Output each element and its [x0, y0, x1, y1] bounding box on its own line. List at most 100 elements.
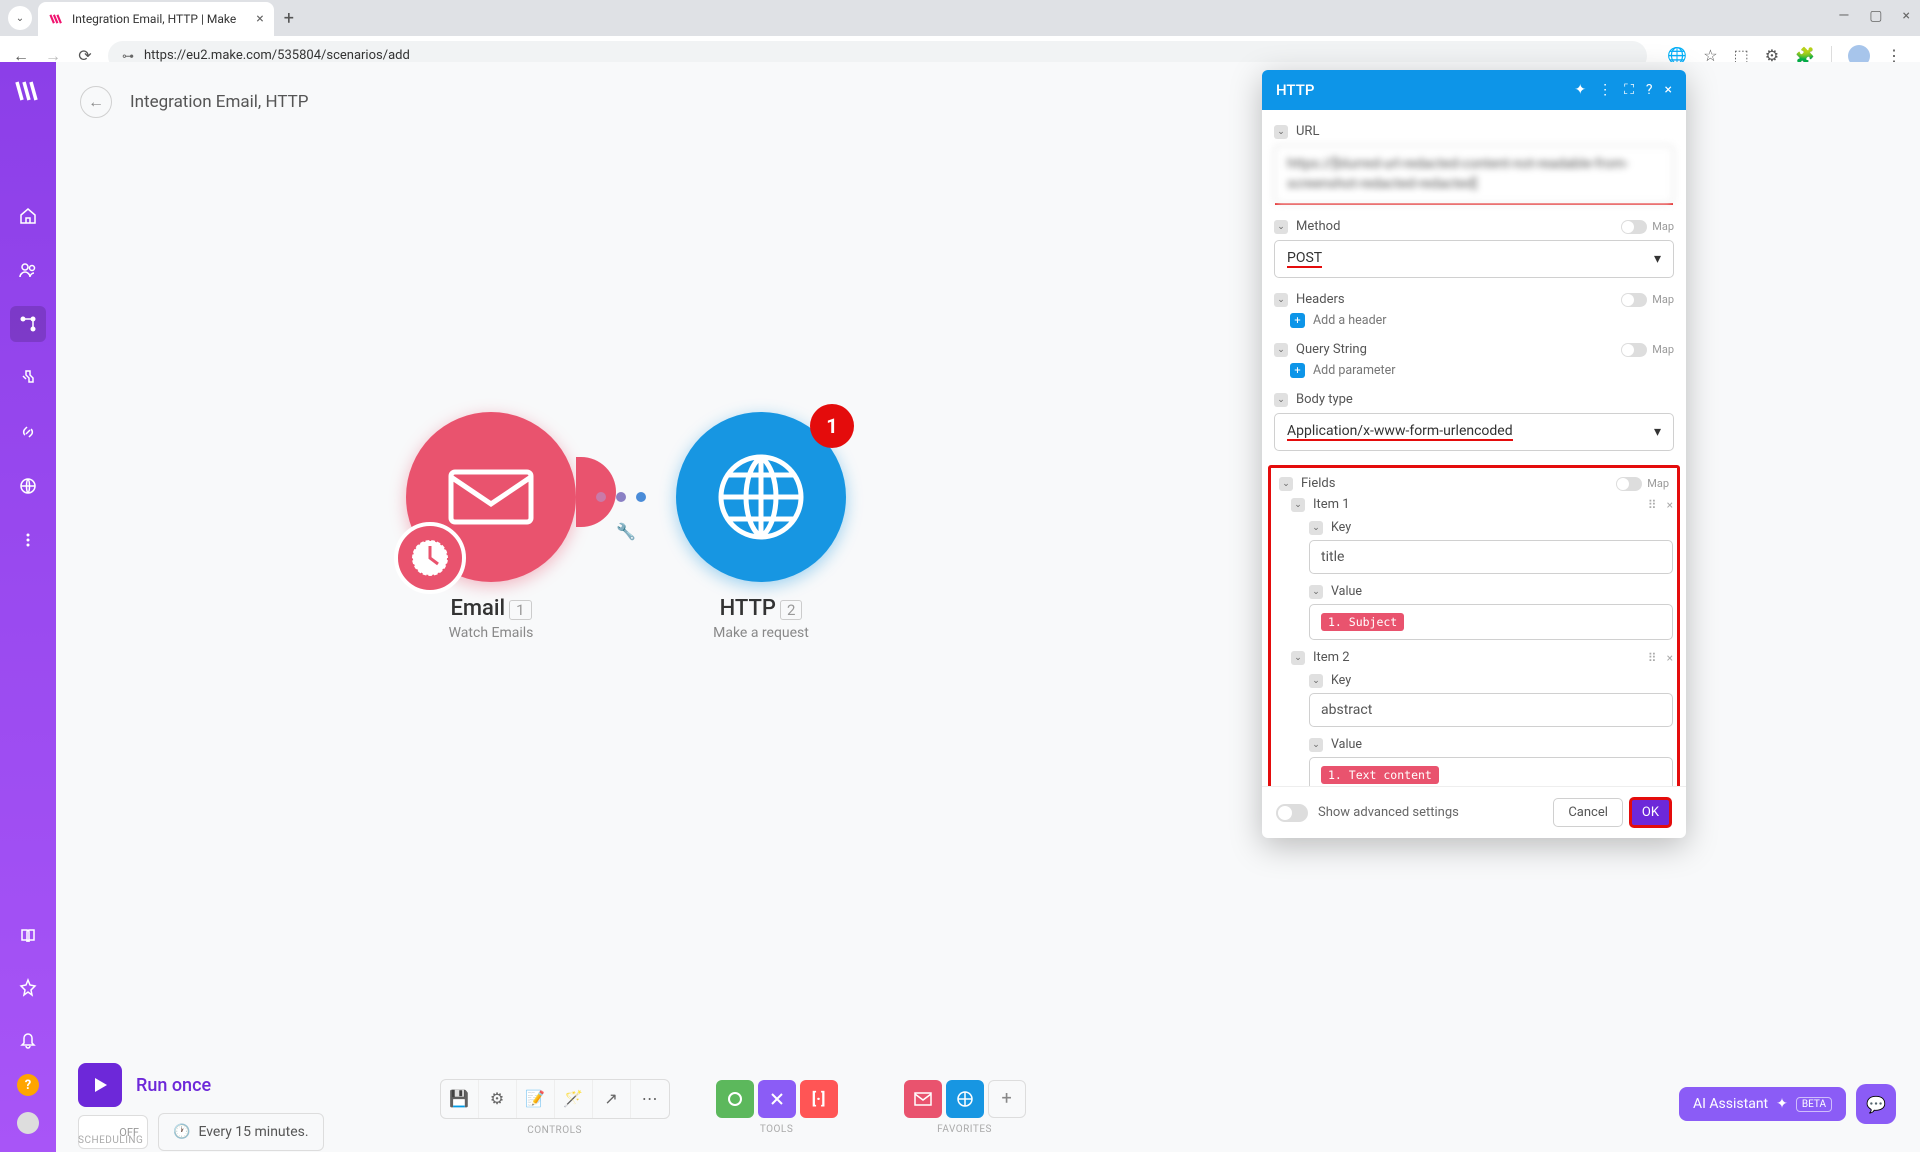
panel-menu-icon[interactable]: ⋮	[1598, 82, 1612, 98]
node-http[interactable]: 1 HTTP2 Make a request	[676, 412, 846, 641]
chevron-down-icon: ▾	[1654, 251, 1661, 267]
chevron-down-icon[interactable]: ⌄	[1291, 651, 1305, 665]
tools-label: TOOLS	[760, 1124, 793, 1135]
chevron-down-icon[interactable]: ⌄	[1274, 220, 1288, 234]
sidebar-whatsnew-icon[interactable]	[10, 970, 46, 1006]
panel-expand-icon[interactable]: ⛶	[1624, 82, 1634, 98]
tool-tools-icon[interactable]	[758, 1080, 796, 1118]
tool-text-icon[interactable]: [·]	[800, 1080, 838, 1118]
key-input-2[interactable]	[1309, 693, 1673, 727]
chevron-down-icon[interactable]: ⌄	[1274, 343, 1288, 357]
drag-icon[interactable]: ⠿	[1648, 651, 1657, 665]
fav-http-icon[interactable]	[946, 1080, 984, 1118]
cancel-button[interactable]: Cancel	[1553, 798, 1623, 827]
method-select[interactable]: POST▾	[1274, 240, 1674, 278]
value-input-1[interactable]: 1. Subject	[1309, 604, 1673, 640]
map-toggle[interactable]: Map	[1621, 343, 1674, 357]
chevron-down-icon[interactable]: ⌄	[1279, 477, 1293, 491]
method-label: Method	[1296, 219, 1613, 234]
query-label: Query String	[1296, 342, 1613, 357]
chevron-down-icon[interactable]: ⌄	[1274, 125, 1288, 139]
align-icon[interactable]: 🪄	[555, 1080, 593, 1118]
settings-icon[interactable]: ⚙	[479, 1080, 517, 1118]
map-toggle[interactable]: Map	[1621, 293, 1674, 307]
back-button[interactable]: ←	[80, 86, 112, 118]
fav-email-icon[interactable]	[904, 1080, 942, 1118]
browser-tab[interactable]: Integration Email, HTTP | Make ×	[38, 2, 274, 36]
key-input-1[interactable]	[1309, 540, 1673, 574]
map-toggle[interactable]: Map	[1621, 220, 1674, 234]
connector-dots	[596, 492, 646, 502]
bottom-bar: Run once OFF 🕐Every 15 minutes. SCHEDULI…	[56, 1062, 1920, 1152]
sidebar-user-avatar[interactable]	[17, 1112, 39, 1134]
chevron-down-icon[interactable]: ⌄	[1309, 521, 1323, 535]
add-favorite-button[interactable]: +	[988, 1080, 1026, 1118]
close-window-icon[interactable]: ×	[1903, 8, 1910, 24]
tool-flow-icon[interactable]	[716, 1080, 754, 1118]
advanced-toggle[interactable]: Show advanced settings	[1276, 804, 1547, 822]
panel-footer: Show advanced settings Cancel OK	[1262, 786, 1686, 838]
wrench-icon[interactable]: 🔧	[616, 522, 636, 541]
url-input[interactable]: https://[blurred-url-redacted-content-no…	[1274, 145, 1674, 204]
explain-icon[interactable]: ↗	[593, 1080, 631, 1118]
controls-group: 💾 ⚙ 📝 🪄 ↗ ⋯	[440, 1079, 670, 1119]
sidebar-home-icon[interactable]	[10, 198, 46, 234]
scenario-title[interactable]: Integration Email, HTTP	[130, 92, 308, 112]
ai-chat-button[interactable]: 💬	[1856, 1084, 1896, 1124]
sidebar: ?	[0, 62, 56, 1152]
run-button[interactable]	[78, 1063, 122, 1107]
chevron-down-icon[interactable]: ⌄	[1274, 393, 1288, 407]
minimize-icon[interactable]: —	[1838, 8, 1849, 24]
browser-chrome: ⌄ Integration Email, HTTP | Make × + — ▢…	[0, 0, 1920, 62]
chevron-down-icon[interactable]: ⌄	[1309, 585, 1323, 599]
chevron-down-icon[interactable]: ⌄	[1309, 674, 1323, 688]
sidebar-team-icon[interactable]	[10, 252, 46, 288]
remove-item-icon[interactable]: ×	[1667, 498, 1673, 512]
chevron-down-icon: ▾	[1654, 424, 1661, 440]
ai-assistant-button[interactable]: AI Assistant ✦ BETA	[1679, 1087, 1846, 1121]
tools-group: [·]	[716, 1080, 838, 1118]
add-header-button[interactable]: +Add a header	[1274, 313, 1674, 328]
save-icon[interactable]: 💾	[441, 1080, 479, 1118]
maximize-icon[interactable]: ▢	[1869, 8, 1882, 24]
sidebar-scenarios-icon[interactable]	[10, 306, 46, 342]
body-type-select[interactable]: Application/x-www-form-urlencoded▾	[1274, 413, 1674, 451]
panel-header: HTTP ✦ ⋮ ⛶ ? ×	[1262, 70, 1686, 110]
sidebar-webhooks-icon[interactable]	[10, 468, 46, 504]
sidebar-templates-icon[interactable]	[10, 360, 46, 396]
globe-icon	[711, 447, 811, 547]
new-tab-button[interactable]: +	[284, 8, 294, 29]
sidebar-help-icon[interactable]: ?	[17, 1074, 39, 1096]
value-input-2[interactable]: 1. Text content	[1309, 757, 1673, 786]
make-logo-icon[interactable]	[15, 80, 41, 102]
tab-bar: ⌄ Integration Email, HTTP | Make × + — ▢…	[0, 0, 1920, 36]
ok-button[interactable]: OK	[1629, 797, 1672, 828]
tab-close-icon[interactable]: ×	[256, 11, 263, 27]
site-info-icon[interactable]: ⊶	[122, 49, 134, 63]
drag-icon[interactable]: ⠿	[1648, 498, 1657, 512]
notes-icon[interactable]: 📝	[517, 1080, 555, 1118]
remove-item-icon[interactable]: ×	[1667, 651, 1673, 665]
node-http-sub: Make a request	[676, 625, 846, 641]
plus-icon: +	[1290, 363, 1305, 378]
panel-magic-icon[interactable]: ✦	[1574, 82, 1586, 98]
panel-close-icon[interactable]: ×	[1665, 82, 1672, 98]
sidebar-connections-icon[interactable]	[10, 414, 46, 450]
sidebar-docs-icon[interactable]	[10, 918, 46, 954]
sidebar-more-icon[interactable]	[10, 522, 46, 558]
sidebar-notifications-icon[interactable]	[10, 1022, 46, 1058]
chevron-down-icon[interactable]: ⌄	[1309, 738, 1323, 752]
map-toggle[interactable]: Map	[1616, 477, 1669, 491]
controls-label: CONTROLS	[527, 1125, 582, 1136]
schedule-pill[interactable]: 🕐Every 15 minutes.	[158, 1113, 324, 1151]
chevron-down-icon[interactable]: ⌄	[1274, 293, 1288, 307]
more-controls-icon[interactable]: ⋯	[631, 1080, 669, 1118]
node-http-num: 2	[780, 600, 802, 620]
clock-icon	[394, 522, 466, 594]
tab-search-icon[interactable]: ⌄	[8, 6, 32, 30]
fields-highlight-box: ⌄FieldsMap ⌄Item 1⠿× ⌄Key ⌄Value1. Subje…	[1268, 465, 1680, 786]
chevron-down-icon[interactable]: ⌄	[1291, 498, 1305, 512]
panel-help-icon[interactable]: ?	[1646, 82, 1653, 98]
node-email[interactable]: Email1 Watch Emails	[406, 412, 576, 641]
add-parameter-button[interactable]: +Add parameter	[1274, 363, 1674, 378]
